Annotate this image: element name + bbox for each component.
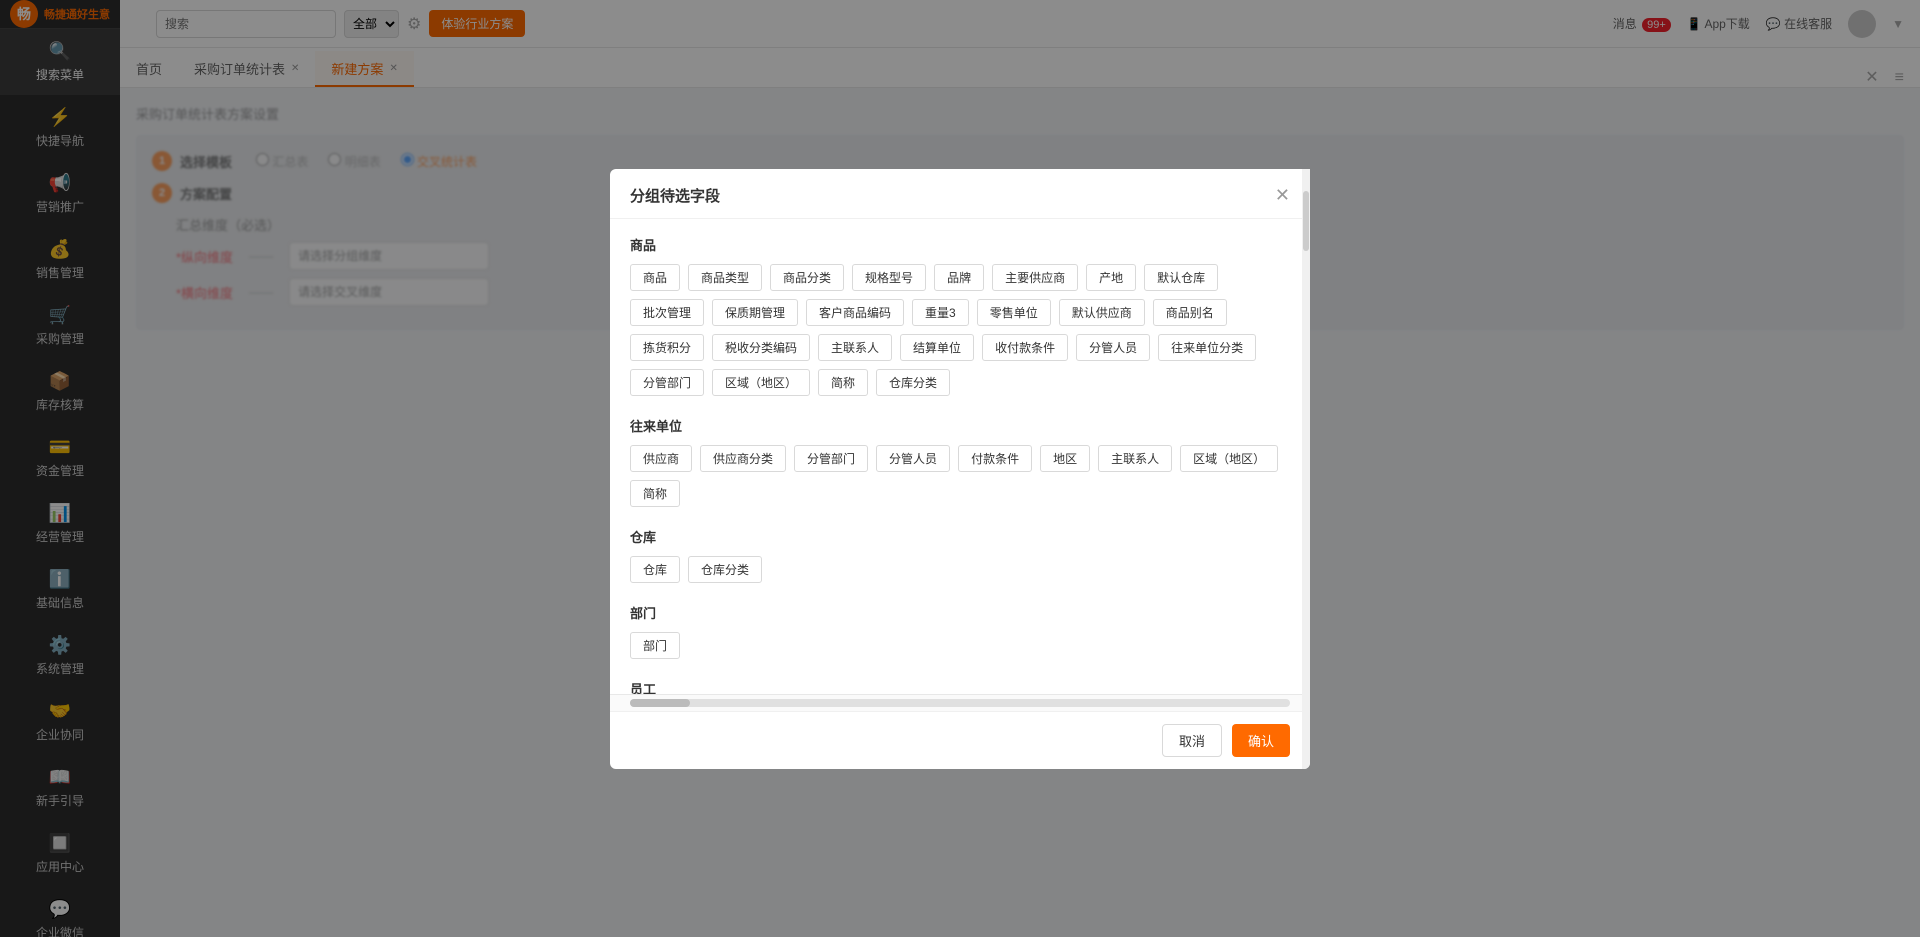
field-retail-unit[interactable]: 零售单位 <box>977 299 1051 326</box>
field-product-type[interactable]: 商品类型 <box>688 264 762 291</box>
field-tax-code[interactable]: 税收分类编码 <box>712 334 810 361</box>
modal-footer: 取消 确认 <box>610 711 1310 769</box>
modal-confirm-button[interactable]: 确认 <box>1232 724 1290 757</box>
vscroll-thumb <box>1303 191 1309 251</box>
field-product-alias[interactable]: 商品别名 <box>1153 299 1227 326</box>
modal-hscroll[interactable] <box>610 694 1310 711</box>
field-main-contact[interactable]: 主联系人 <box>818 334 892 361</box>
modal-cancel-button[interactable]: 取消 <box>1162 724 1222 757</box>
field-cp-dept[interactable]: 分管部门 <box>794 445 868 472</box>
field-shelf-life[interactable]: 保质期管理 <box>712 299 798 326</box>
section-product: 商品 商品 商品类型 商品分类 规格型号 品牌 主要供应商 产地 默认仓库 批次… <box>630 235 1290 396</box>
field-default-supplier[interactable]: 默认供应商 <box>1059 299 1145 326</box>
section-warehouse: 仓库 仓库 仓库分类 <box>630 527 1290 583</box>
section-counterpart-title: 往来单位 <box>630 416 1290 435</box>
modal-body[interactable]: 商品 商品 商品类型 商品分类 规格型号 品牌 主要供应商 产地 默认仓库 批次… <box>610 219 1310 694</box>
field-spec-type[interactable]: 规格型号 <box>852 264 926 291</box>
modal: 分组待选字段 ✕ 商品 商品 商品类型 商品分类 规格型号 品牌 主要供应商 产… <box>610 169 1310 769</box>
field-cp-contact[interactable]: 主联系人 <box>1098 445 1172 472</box>
field-weight3[interactable]: 重量3 <box>912 299 969 326</box>
field-main-supplier[interactable]: 主要供应商 <box>992 264 1078 291</box>
field-department[interactable]: 部门 <box>630 632 680 659</box>
hscroll-thumb <box>630 699 690 707</box>
field-settlement-unit[interactable]: 结算单位 <box>900 334 974 361</box>
field-payment-terms[interactable]: 收付款条件 <box>982 334 1068 361</box>
hscroll-bar <box>630 699 1290 707</box>
product-fields: 商品 商品类型 商品分类 规格型号 品牌 主要供应商 产地 默认仓库 批次管理 … <box>630 264 1290 396</box>
field-product-category[interactable]: 商品分类 <box>770 264 844 291</box>
field-pick-points[interactable]: 拣货积分 <box>630 334 704 361</box>
section-staff: 员工 业务员 <box>630 679 1290 694</box>
field-cp-short-name[interactable]: 简称 <box>630 480 680 507</box>
field-short-name[interactable]: 简称 <box>818 369 868 396</box>
field-brand[interactable]: 品牌 <box>934 264 984 291</box>
field-origin[interactable]: 产地 <box>1086 264 1136 291</box>
section-department-title: 部门 <box>630 603 1290 622</box>
field-batch-mgmt[interactable]: 批次管理 <box>630 299 704 326</box>
modal-title: 分组待选字段 <box>630 185 720 206</box>
field-product[interactable]: 商品 <box>630 264 680 291</box>
field-cp-area[interactable]: 区域（地区） <box>1180 445 1278 472</box>
section-staff-title: 员工 <box>630 679 1290 694</box>
modal-header: 分组待选字段 ✕ <box>610 169 1310 219</box>
field-supplier[interactable]: 供应商 <box>630 445 692 472</box>
field-cp-supervisor[interactable]: 分管人员 <box>876 445 950 472</box>
section-department: 部门 部门 <box>630 603 1290 659</box>
field-region[interactable]: 区域（地区） <box>712 369 810 396</box>
modal-close-button[interactable]: ✕ <box>1275 186 1290 204</box>
field-supervisor[interactable]: 分管人员 <box>1076 334 1150 361</box>
field-dept-mgmt[interactable]: 分管部门 <box>630 369 704 396</box>
modal-overlay: 分组待选字段 ✕ 商品 商品 商品类型 商品分类 规格型号 品牌 主要供应商 产… <box>0 0 1920 937</box>
field-partner-category[interactable]: 往来单位分类 <box>1158 334 1256 361</box>
field-warehouse-category[interactable]: 仓库分类 <box>688 556 762 583</box>
counterpart-fields: 供应商 供应商分类 分管部门 分管人员 付款条件 地区 主联系人 区域（地区） … <box>630 445 1290 507</box>
vscroll-indicator <box>1302 169 1310 769</box>
section-counterpart: 往来单位 供应商 供应商分类 分管部门 分管人员 付款条件 地区 主联系人 区域… <box>630 416 1290 507</box>
field-warehouse[interactable]: 仓库 <box>630 556 680 583</box>
department-fields: 部门 <box>630 632 1290 659</box>
field-default-warehouse[interactable]: 默认仓库 <box>1144 264 1218 291</box>
section-product-title: 商品 <box>630 235 1290 254</box>
field-supplier-category[interactable]: 供应商分类 <box>700 445 786 472</box>
field-cp-region[interactable]: 地区 <box>1040 445 1090 472</box>
field-customer-code[interactable]: 客户商品编码 <box>806 299 904 326</box>
warehouse-fields: 仓库 仓库分类 <box>630 556 1290 583</box>
field-wh-category[interactable]: 仓库分类 <box>876 369 950 396</box>
section-warehouse-title: 仓库 <box>630 527 1290 546</box>
field-cp-payment[interactable]: 付款条件 <box>958 445 1032 472</box>
